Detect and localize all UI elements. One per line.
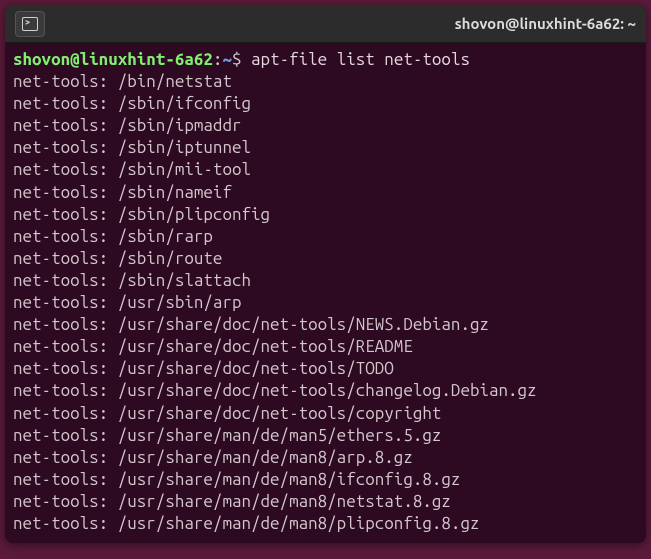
command-text: apt-file list net-tools	[251, 50, 470, 69]
terminal-body[interactable]: shovon@linuxhint-6a62:~$ apt-file list n…	[5, 43, 646, 543]
output-line: net-tools: /usr/share/man/de/man8/arp.8.…	[13, 447, 638, 469]
output-line: net-tools: /sbin/iptunnel	[13, 137, 638, 159]
terminal-window: shovon@linuxhint-6a62: ~ shovon@linuxhin…	[5, 5, 646, 543]
output-line: net-tools: /sbin/rarp	[13, 226, 638, 248]
prompt-dollar: $	[232, 50, 251, 69]
output-container: net-tools: /bin/netstatnet-tools: /sbin/…	[13, 71, 638, 535]
output-line: net-tools: /sbin/slattach	[13, 270, 638, 292]
output-line: net-tools: /usr/share/man/de/man8/netsta…	[13, 491, 638, 513]
output-line: net-tools: /sbin/mii-tool	[13, 159, 638, 181]
window-title: shovon@linuxhint-6a62: ~	[455, 15, 636, 32]
output-line: net-tools: /usr/share/doc/net-tools/chan…	[13, 380, 638, 402]
new-tab-button[interactable]	[15, 11, 45, 37]
output-line: net-tools: /usr/share/man/de/man5/ethers…	[13, 425, 638, 447]
terminal-icon	[22, 17, 38, 31]
output-line: net-tools: /sbin/ifconfig	[13, 93, 638, 115]
output-line: net-tools: /usr/share/doc/net-tools/TODO	[13, 358, 638, 380]
output-line: net-tools: /usr/share/man/de/man8/ifconf…	[13, 469, 638, 491]
output-line: net-tools: /usr/sbin/arp	[13, 292, 638, 314]
output-line: net-tools: /usr/share/man/de/man8/plipco…	[13, 513, 638, 535]
titlebar: shovon@linuxhint-6a62: ~	[5, 5, 646, 43]
output-line: net-tools: /sbin/plipconfig	[13, 204, 638, 226]
output-line: net-tools: /sbin/ipmaddr	[13, 115, 638, 137]
prompt-user-host: shovon@linuxhint-6a62	[13, 50, 213, 69]
titlebar-left	[15, 11, 45, 37]
output-line: net-tools: /usr/share/doc/net-tools/NEWS…	[13, 314, 638, 336]
output-line: net-tools: /sbin/nameif	[13, 182, 638, 204]
prompt-line: shovon@linuxhint-6a62:~$ apt-file list n…	[13, 49, 638, 71]
output-line: net-tools: /usr/share/doc/net-tools/READ…	[13, 336, 638, 358]
output-line: net-tools: /bin/netstat	[13, 71, 638, 93]
output-line: net-tools: /usr/share/doc/net-tools/copy…	[13, 403, 638, 425]
prompt-path: ~	[222, 50, 232, 69]
output-line: net-tools: /sbin/route	[13, 248, 638, 270]
